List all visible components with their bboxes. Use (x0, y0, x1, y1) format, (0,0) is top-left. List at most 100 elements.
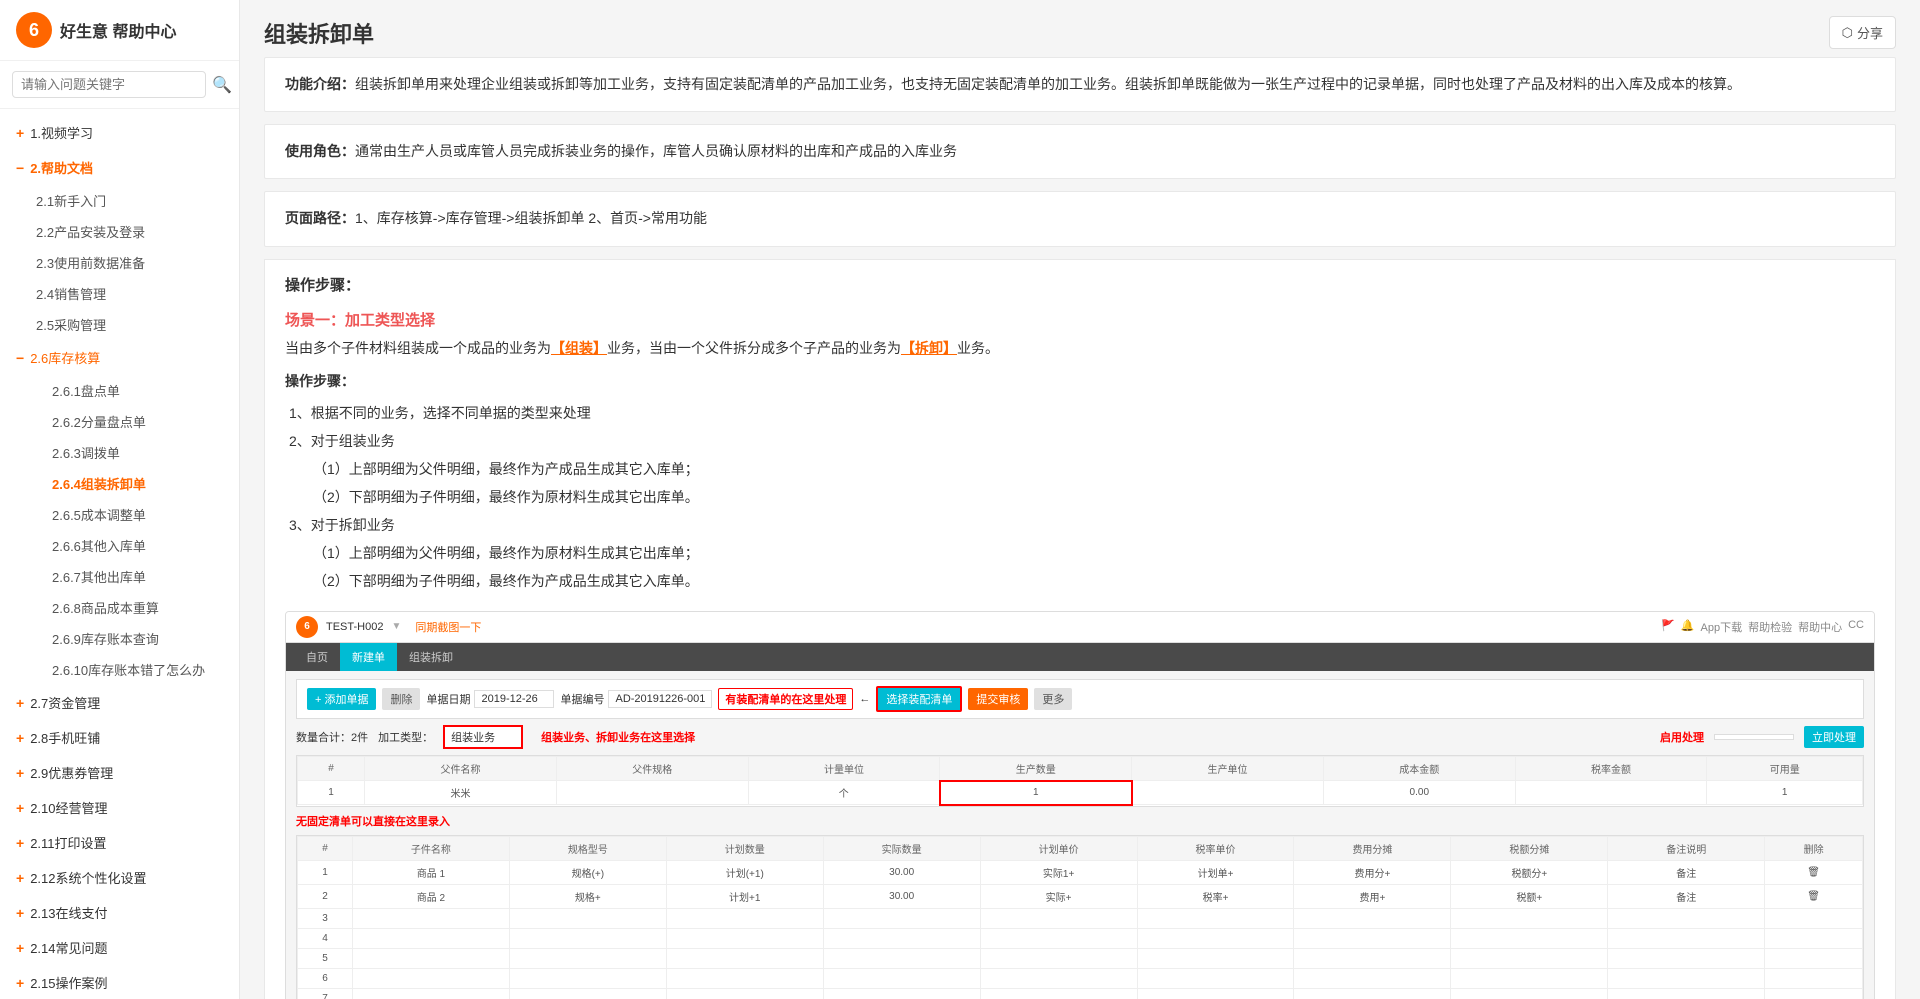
cell-cost: 0.00 (1323, 781, 1515, 805)
scene-one-title: 场景一：加工类型选择 (285, 309, 1875, 330)
sidebar-item-stock-error[interactable]: 2.6.10库存账本错了怎么办 (0, 654, 239, 685)
plus-icon-finance: + (16, 695, 24, 711)
th-parent-spec: 父件规格 (556, 756, 748, 781)
sidebar-item-cost-adjust[interactable]: 2.6.5成本调整单 (0, 499, 239, 530)
annotation-enable: 启用处理 (1660, 729, 1704, 745)
lower-row-2: 2 商品 2 规格+ 计划+1 30.00 实际+ 税率+ 费用+ 税额+ (298, 884, 1863, 908)
sim-type-label: 加工类型： (378, 729, 433, 745)
th-tax: 税率金额 (1515, 756, 1707, 781)
sim-app: 6 TEST-H002 ▼ 同期截图一下 🚩 🔔 App下载 帮助检验 帮助中心… (286, 612, 1874, 999)
th-child-num: # (298, 836, 353, 860)
step-3-1: （1）上部明细为父件明细，最终作为原材料生成其它出库单； (289, 539, 1875, 567)
sim-order-label: 单据编号 (560, 691, 604, 707)
sidebar-item-other-out[interactable]: 2.6.7其他出库单 (0, 561, 239, 592)
intro-card: 功能介绍：组装拆卸单用来处理企业组装或拆卸等加工业务，支持有固定装配清单的产品加… (264, 57, 1896, 112)
sidebar-item-other-in[interactable]: 2.6.6其他入库单 (0, 530, 239, 561)
annotation-direct-entry: 无固定清单可以直接在这里录入 (296, 813, 1864, 829)
cell-r1-del[interactable]: 🗑 (1765, 860, 1863, 884)
sidebar-item-cases[interactable]: + 2.15操作案例 (0, 965, 239, 999)
sidebar-item-stock-ledger[interactable]: 2.6.9库存账本查询 (0, 623, 239, 654)
sim-nav-new[interactable]: 新建单 (340, 643, 397, 671)
sim-btn-ok[interactable]: 立即处理 (1804, 726, 1864, 748)
sim-topbar-id: TEST-H002 (326, 621, 383, 633)
sim-cc: CC (1848, 619, 1864, 635)
sim-upper-table: # 父件名称 父件规格 计量单位 生产数量 生产单位 成本金额 税率金额 可用量 (296, 755, 1864, 807)
sim-app-download: App下载 (1701, 619, 1743, 635)
sidebar-item-sales[interactable]: 2.4销售管理 (0, 278, 239, 309)
main-header: 组装拆卸单 ⬡ 分享 (240, 0, 1920, 57)
cell-r1-spec: 规格(+) (509, 860, 666, 884)
plus-icon-ops: + (16, 800, 24, 816)
step-2-2: （2）下部明细为子件明细，最终作为原材料生成其它出库单。 (289, 483, 1875, 511)
sidebar-item-custom[interactable]: + 2.12系统个性化设置 (0, 860, 239, 895)
cell-r2-spec: 规格+ (509, 884, 666, 908)
sidebar-item-print[interactable]: + 2.11打印设置 (0, 825, 239, 860)
sidebar-item-videos[interactable]: + 1.视频学习 (0, 115, 239, 150)
sidebar-item-transfer[interactable]: 2.6.3调拨单 (0, 437, 239, 468)
sidebar-item-partial-check[interactable]: 2.6.2分量盘点单 (0, 406, 239, 437)
sim-nav-assembly[interactable]: 组装拆卸 (397, 643, 465, 671)
sim-logo: 6 (296, 616, 318, 638)
role-text: 通常由生产人员或库管人员完成拆装业务的操作，库管人员确认原材料的出库和产成品的入… (355, 143, 957, 159)
role-card: 使用角色：通常由生产人员或库管人员完成拆装业务的操作，库管人员确认原材料的出库和… (264, 124, 1896, 179)
sim-dropdown-arrow: ▼ (391, 621, 401, 632)
sidebar-item-operations[interactable]: + 2.10经营管理 (0, 790, 239, 825)
sim-nav-home[interactable]: 自页 (294, 643, 340, 671)
ops-steps-section: 操作步骤： 场景一：加工类型选择 当由多个子件材料组装成一个成品的业务为【组装】… (264, 259, 1896, 999)
sidebar-item-coupon[interactable]: + 2.9优惠券管理 (0, 755, 239, 790)
sidebar-item-newcomer[interactable]: 2.1新手入门 (0, 185, 239, 216)
cell-r2-del[interactable]: 🗑 (1765, 884, 1863, 908)
plus-icon-faq: + (16, 940, 24, 956)
sidebar-item-faq[interactable]: + 2.14常见问题 (0, 930, 239, 965)
th-prod-unit: 生产单位 (1132, 756, 1324, 781)
lower-row-6: 6 (298, 968, 1863, 988)
step-list: 1、根据不同的业务，选择不同单据的类型来处理 2、对于组装业务 （1）上部明细为… (285, 399, 1875, 595)
sim-type-select[interactable]: 组装业务 (443, 725, 523, 749)
sim-icon-bell: 🔔 (1681, 619, 1695, 635)
step-2-1: （1）上部明细为父件明细，最终作为产成品生成其它入库单； (289, 455, 1875, 483)
th-unit: 计量单位 (748, 756, 940, 781)
sim-enable-input[interactable] (1714, 734, 1794, 740)
sidebar-header: 6 好生意 帮助中心 (0, 0, 239, 61)
plus-icon: + (16, 125, 24, 141)
sidebar-item-install[interactable]: 2.2产品安装及登录 (0, 216, 239, 247)
cell-r2-cost: 费用+ (1294, 884, 1451, 908)
sidebar-item-mobile[interactable]: + 2.8手机旺铺 (0, 720, 239, 755)
content-body: 功能介绍：组装拆卸单用来处理企业组装或拆卸等加工业务，支持有固定装配清单的产品加… (240, 57, 1920, 999)
th-actual-qty: 实际数量 (823, 836, 980, 860)
th-num: # (298, 756, 365, 781)
cell-r2-tprice: 税率+ (1137, 884, 1294, 908)
sidebar-item-assembly[interactable]: 2.6.4组装拆卸单 (0, 468, 239, 499)
sidebar-item-inventory[interactable]: − 2.6库存核算 (0, 340, 239, 375)
sim-btn-select-bom[interactable]: 选择装配清单 (876, 686, 962, 712)
search-button[interactable]: 🔍 (212, 75, 232, 95)
th-tax-alloc: 税额分摊 (1451, 836, 1608, 860)
cell-spec (556, 781, 748, 805)
sidebar-item-docs[interactable]: − 2.帮助文档 (0, 150, 239, 185)
sim-btn-submit[interactable]: 提交审核 (968, 688, 1028, 710)
sidebar-item-data-prep[interactable]: 2.3使用前数据准备 (0, 247, 239, 278)
th-child-name: 子件名称 (352, 836, 509, 860)
search-input[interactable] (12, 71, 206, 98)
sim-qty-label: 数量合计：2件 (296, 729, 368, 745)
sidebar-item-stock-check[interactable]: 2.6.1盘点单 (0, 375, 239, 406)
sim-date-value[interactable]: 2019-12-26 (474, 690, 554, 708)
sidebar-item-online-pay[interactable]: + 2.13在线支付 (0, 895, 239, 930)
cell-r2-plan: 计划+1 (666, 884, 823, 908)
path-text: 1、库存核算->库存管理->组装拆卸单 2、首页->常用功能 (355, 210, 707, 226)
sidebar-item-cost-recalc[interactable]: 2.6.8商品成本重算 (0, 592, 239, 623)
sidebar-item-finance[interactable]: + 2.7资金管理 (0, 685, 239, 720)
share-button[interactable]: ⬡ 分享 (1829, 16, 1896, 49)
th-parent-name: 父件名称 (365, 756, 557, 781)
sim-btn-more[interactable]: 更多 (1034, 688, 1072, 710)
sidebar-item-purchase[interactable]: 2.5采购管理 (0, 309, 239, 340)
sim-btn-add[interactable]: + 添加单据 (307, 688, 376, 710)
plus-icon-mobile: + (16, 730, 24, 746)
page-title: 组装拆卸单 (264, 17, 374, 49)
upper-table-row-1: 1 米米 个 1 0.00 1 (298, 781, 1863, 805)
sim-order-value[interactable]: AD-20191226-001 (608, 690, 712, 708)
sim-help-check: 帮助检验 (1748, 619, 1792, 635)
step-3-2: （2）下部明细为子件明细，最终作为产成品生成其它入库单。 (289, 567, 1875, 595)
path-card: 页面路径：1、库存核算->库存管理->组装拆卸单 2、首页->常用功能 (264, 191, 1896, 246)
sim-btn-delete[interactable]: 删除 (382, 688, 420, 710)
